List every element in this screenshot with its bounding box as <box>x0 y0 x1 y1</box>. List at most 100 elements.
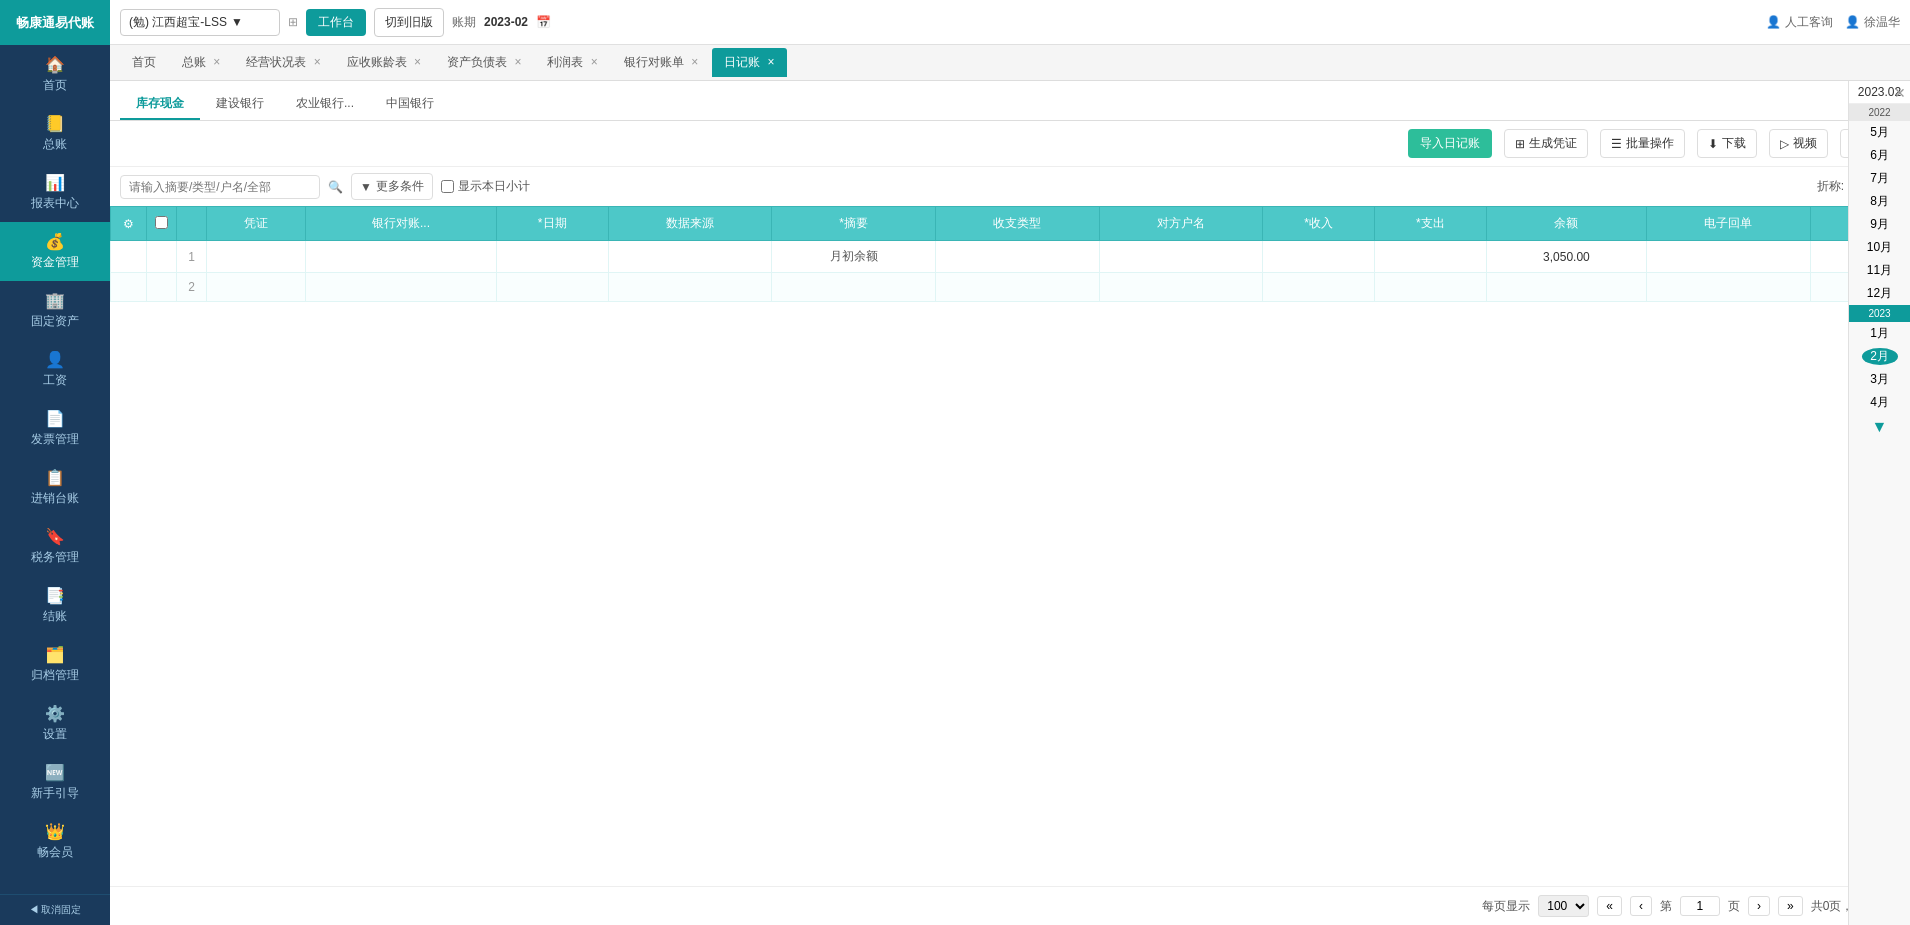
tab-close-receivables[interactable]: × <box>414 55 421 69</box>
tab-bank-statement[interactable]: 银行对账单 × <box>612 48 710 77</box>
tab-label: 银行对账单 <box>624 55 684 69</box>
sidebar-item-sales-ledger[interactable]: 📋 进销台账 <box>0 458 110 517</box>
month-2023-3[interactable]: 3月 <box>1849 368 1910 391</box>
tab-close-assets-liabilities[interactable]: × <box>514 55 521 69</box>
month-2023-1[interactable]: 1月 <box>1849 322 1910 345</box>
sidebar-item-home[interactable]: 🏠 首页 <box>0 45 110 104</box>
tab-assets-liabilities[interactable]: 资产负债表 × <box>435 48 533 77</box>
first-page-button[interactable]: « <box>1597 896 1622 916</box>
sidebar-item-salary[interactable]: 👤 工资 <box>0 340 110 399</box>
tab-close-bank-statement[interactable]: × <box>691 55 698 69</box>
tab-close-general-ledger[interactable]: × <box>213 55 220 69</box>
batch-operation-button[interactable]: ☰ 批量操作 <box>1600 129 1685 158</box>
support-link[interactable]: 👤 人工客询 <box>1766 14 1833 31</box>
daily-total-checkbox[interactable] <box>441 180 454 193</box>
month-5[interactable]: 5月 <box>1849 121 1910 144</box>
sidebar-item-label: 税务管理 <box>31 549 79 566</box>
searchbar: 🔍 ▼ 更多条件 显示本日小计 折称: 人民币 ▼ <box>110 167 1910 206</box>
company-dropdown-icon: ▼ <box>231 15 243 29</box>
month-9-label: 9月 <box>1870 216 1889 233</box>
tab-close-profit[interactable]: × <box>591 55 598 69</box>
guide-icon: 🆕 <box>45 763 65 782</box>
month-12[interactable]: 12月 <box>1849 282 1910 305</box>
period-value[interactable]: 2023-02 <box>484 15 528 29</box>
sidebar-item-tax-mgmt[interactable]: 🔖 税务管理 <box>0 517 110 576</box>
sidebar-item-fixed-assets[interactable]: 🏢 固定资产 <box>0 281 110 340</box>
th-settings[interactable]: ⚙ <box>111 207 147 241</box>
per-page-select[interactable]: 100 50 200 <box>1538 895 1589 917</box>
daily-total-checkbox-label[interactable]: 显示本日小计 <box>441 178 530 195</box>
sidebar-item-label: 总账 <box>43 136 67 153</box>
search-input[interactable] <box>120 175 320 199</box>
sales-icon: 📋 <box>45 468 65 487</box>
last-page-button[interactable]: » <box>1778 896 1803 916</box>
sidebar-item-label: 发票管理 <box>31 431 79 448</box>
ledger-icon: 📒 <box>45 114 65 133</box>
sidebar-item-archive-mgmt[interactable]: 🗂️ 归档管理 <box>0 635 110 694</box>
month-11[interactable]: 11月 <box>1849 259 1910 282</box>
subtab-china-bank[interactable]: 中国银行 <box>370 89 450 120</box>
date-panel: 2023.02 ✕ 2022 5月 6月 7月 8月 9月 10月 11月 12… <box>1848 81 1910 925</box>
tab-business-status[interactable]: 经营状况表 × <box>234 48 332 77</box>
sidebar-item-invoice-mgmt[interactable]: 📄 发票管理 <box>0 399 110 458</box>
sidebar-item-label: 新手引导 <box>31 785 79 802</box>
tax-icon: 🔖 <box>45 527 65 546</box>
td-counterpart <box>1099 273 1263 302</box>
next-page-button[interactable]: › <box>1748 896 1770 916</box>
user-menu[interactable]: 👤 徐温华 <box>1845 14 1900 31</box>
subtab-cash[interactable]: 库存现金 <box>120 89 200 120</box>
period-label: 账期 <box>452 14 476 31</box>
sidebar-item-settings[interactable]: ⚙️ 设置 <box>0 694 110 753</box>
subtab-construction-bank[interactable]: 建设银行 <box>200 89 280 120</box>
tab-receivables[interactable]: 应收账龄表 × <box>335 48 433 77</box>
sidebar-item-label: 资金管理 <box>31 254 79 271</box>
tab-general-ledger[interactable]: 总账 × <box>170 48 232 77</box>
tab-journal[interactable]: 日记账 × <box>712 48 786 77</box>
report-icon: 📊 <box>45 173 65 192</box>
month-2023-2[interactable]: 2月 <box>1849 345 1910 368</box>
sidebar-item-label: 首页 <box>43 77 67 94</box>
select-all-checkbox[interactable] <box>155 216 168 229</box>
month-6[interactable]: 6月 <box>1849 144 1910 167</box>
unpin-sidebar-button[interactable]: ◀ 取消固定 <box>0 894 110 925</box>
sidebar-item-vip[interactable]: 👑 畅会员 <box>0 812 110 871</box>
workspace-button[interactable]: 工作台 <box>306 9 366 36</box>
th-checkbox[interactable] <box>147 207 177 241</box>
video-button[interactable]: ▷ 视频 <box>1769 129 1828 158</box>
tab-close-journal[interactable]: × <box>768 55 775 69</box>
settings-icon: ⚙️ <box>45 704 65 723</box>
td-checkbox <box>147 241 177 273</box>
month-8[interactable]: 8月 <box>1849 190 1910 213</box>
company-selector[interactable]: (勉) 江西超宝-LSS ▼ <box>120 9 280 36</box>
sidebar-item-general-ledger[interactable]: 📒 总账 <box>0 104 110 163</box>
search-icon[interactable]: 🔍 <box>328 180 343 194</box>
month-2023-4[interactable]: 4月 <box>1849 391 1910 414</box>
tab-label: 日记账 <box>724 55 760 69</box>
page-number-input[interactable] <box>1680 896 1720 916</box>
sidebar: 畅康通易代账 🏠 首页 📒 总账 📊 报表中心 💰 资金管理 🏢 固定资产 👤 … <box>0 0 110 925</box>
prev-page-button[interactable]: ‹ <box>1630 896 1652 916</box>
filter-button[interactable]: ▼ 更多条件 <box>351 173 433 200</box>
download-icon: ⬇ <box>1708 137 1718 151</box>
oldver-button[interactable]: 切到旧版 <box>374 8 444 37</box>
copy-icon[interactable]: ⊞ <box>288 15 298 29</box>
month-9[interactable]: 9月 <box>1849 213 1910 236</box>
tab-close-business-status[interactable]: × <box>314 55 321 69</box>
subtab-agricultural-bank[interactable]: 农业银行... <box>280 89 370 120</box>
date-panel-close-button[interactable]: ✕ <box>1894 85 1906 101</box>
tab-home[interactable]: 首页 <box>120 48 168 77</box>
month-10[interactable]: 10月 <box>1849 236 1910 259</box>
sidebar-item-fund-mgmt[interactable]: 💰 资金管理 <box>0 222 110 281</box>
month-7[interactable]: 7月 <box>1849 167 1910 190</box>
generate-voucher-button[interactable]: ⊞ 生成凭证 <box>1504 129 1588 158</box>
tab-profit[interactable]: 利润表 × <box>535 48 609 77</box>
sidebar-item-new-guide[interactable]: 🆕 新手引导 <box>0 753 110 812</box>
batch-icon: ☰ <box>1611 137 1622 151</box>
import-journal-button[interactable]: 导入日记账 <box>1408 129 1492 158</box>
download-button[interactable]: ⬇ 下载 <box>1697 129 1757 158</box>
tab-label: 利润表 <box>547 55 583 69</box>
scroll-down-button[interactable]: ▼ <box>1849 414 1910 440</box>
sidebar-item-settlement[interactable]: 📑 结账 <box>0 576 110 635</box>
sidebar-item-report-center[interactable]: 📊 报表中心 <box>0 163 110 222</box>
calendar-icon[interactable]: 📅 <box>536 15 551 29</box>
